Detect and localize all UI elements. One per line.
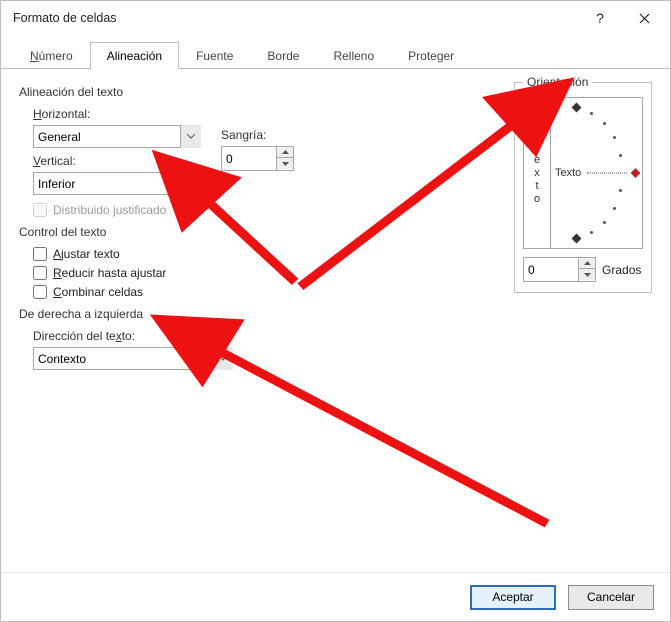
label-distributed: Distribuido justificado [53,203,166,217]
orientation-dial[interactable]: Texto [551,98,642,248]
label-indent: Sangría: [221,128,266,142]
titlebar-actions: ? [578,3,666,33]
checkbox-distributed [33,203,47,217]
orientation-preview[interactable]: Texto Texto [523,97,643,249]
label-shrink: Reducir hasta ajustar [53,266,166,280]
orientation-mark-bottom [572,234,582,244]
checkbox-wrap[interactable] [33,247,47,261]
orientation-mark-top [572,103,582,113]
tab-fuente[interactable]: Fuente [179,42,250,69]
dialog-format-cells: Formato de celdas ? Número Alineación Fu… [0,0,671,622]
close-icon [639,13,650,24]
spinner-degrees[interactable] [523,257,596,282]
help-button[interactable]: ? [578,3,622,33]
orientation-vertical-text[interactable]: Texto [524,98,551,248]
label-vertical: Vertical: [33,154,201,168]
spinner-up-button[interactable] [277,147,293,158]
cancel-button[interactable]: Cancelar [568,585,654,610]
dialog-button-bar: Aceptar Cancelar [1,572,670,621]
ok-button[interactable]: Aceptar [470,585,556,610]
combo-text-direction[interactable]: Contexto [33,347,233,370]
spinner-down-button[interactable] [277,158,293,169]
spinner-indent[interactable] [221,146,294,171]
group-orientation: Orientación Texto Texto [514,75,652,293]
label-merge: Combinar celdas [53,285,143,299]
orientation-indicator-line [587,173,627,174]
tab-strip: Número Alineación Fuente Borde Relleno P… [1,41,670,69]
group-rtl: Dirección del texto: Contexto [33,329,654,370]
orientation-mark-current [631,168,641,178]
group-text-alignment: Horizontal: General Sangría: Vertical: [33,107,333,217]
tab-borde[interactable]: Borde [250,42,316,69]
label-horizontal: Horizontal: [33,107,333,121]
combo-vertical[interactable]: Inferior [33,172,201,195]
titlebar: Formato de celdas ? [1,1,670,35]
tab-proteger[interactable]: Proteger [391,42,471,69]
tab-panel-alineacion: Alineación del texto Horizontal: General… [1,69,670,572]
degrees-value[interactable] [524,258,578,281]
close-button[interactable] [622,3,666,33]
spinner-up-button[interactable] [579,258,595,269]
section-rtl: De derecha a izquierda [19,307,654,321]
spinner-down-button[interactable] [579,269,595,280]
tab-alineacion[interactable]: Alineación [90,42,179,69]
tab-numero[interactable]: Número [13,42,90,69]
tab-relleno[interactable]: Relleno [316,42,391,69]
legend-orientation: Orientación [523,75,592,89]
orientation-horizontal-text: Texto [555,167,581,179]
label-wrap: Ajustar texto [53,247,120,261]
label-text-direction: Dirección del texto: [33,329,654,343]
checkbox-merge[interactable] [33,285,47,299]
indent-value[interactable] [222,147,276,170]
combo-horizontal[interactable]: General [33,125,201,148]
checkbox-shrink[interactable] [33,266,47,280]
dialog-title: Formato de celdas [13,11,117,25]
label-degrees: Grados [602,263,641,277]
